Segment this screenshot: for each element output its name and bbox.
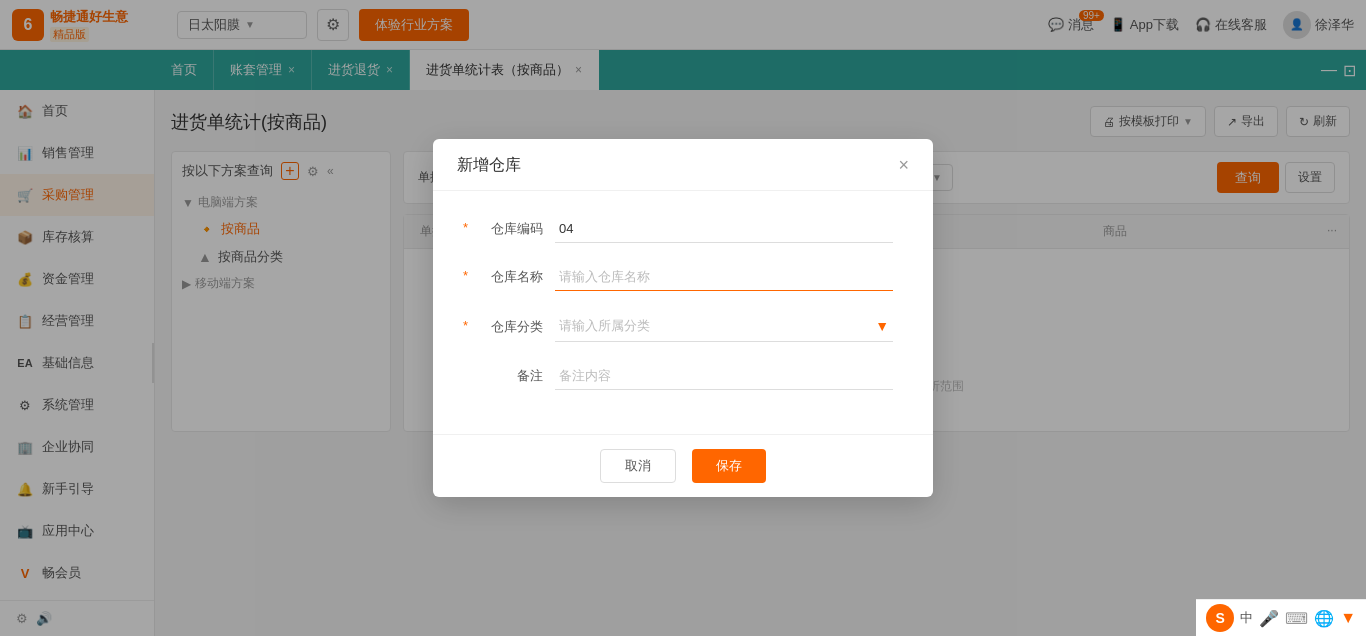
warehouse-note-input[interactable] bbox=[555, 362, 893, 390]
modal-footer: 取消 保存 bbox=[433, 434, 933, 497]
keyboard-icon: ⌨ bbox=[1285, 609, 1308, 628]
s-logo: S bbox=[1206, 604, 1234, 632]
save-button[interactable]: 保存 bbox=[692, 449, 766, 483]
translate-icon: 🌐 bbox=[1314, 609, 1334, 628]
bottom-watermark: S 中 🎤 ⌨ 🌐 ▼ bbox=[1196, 599, 1366, 636]
settings-bar-icon: ▼ bbox=[1340, 609, 1356, 627]
warehouse-name-input[interactable] bbox=[555, 263, 893, 291]
new-warehouse-modal: 新增仓库 × 仓库编码 仓库名称 仓库分类 请输入所属分类 ▼ bbox=[433, 139, 933, 497]
form-label-note: 备注 bbox=[473, 367, 543, 385]
form-label-name: 仓库名称 bbox=[473, 268, 543, 286]
modal-overlay[interactable]: 新增仓库 × 仓库编码 仓库名称 仓库分类 请输入所属分类 ▼ bbox=[0, 0, 1366, 636]
category-dropdown-arrow: ▼ bbox=[875, 318, 889, 334]
modal-body: 仓库编码 仓库名称 仓库分类 请输入所属分类 ▼ 备注 bbox=[433, 191, 933, 434]
form-label-category: 仓库分类 bbox=[473, 318, 543, 336]
warehouse-category-select[interactable]: 请输入所属分类 ▼ bbox=[555, 311, 893, 342]
form-row-note: 备注 bbox=[473, 362, 893, 390]
form-row-category: 仓库分类 请输入所属分类 ▼ bbox=[473, 311, 893, 342]
mic-icon: 🎤 bbox=[1259, 609, 1279, 628]
modal-header: 新增仓库 × bbox=[433, 139, 933, 191]
modal-close-button[interactable]: × bbox=[898, 155, 909, 176]
form-label-code: 仓库编码 bbox=[473, 220, 543, 238]
form-row-name: 仓库名称 bbox=[473, 263, 893, 291]
warehouse-code-input[interactable] bbox=[555, 215, 893, 243]
modal-title: 新增仓库 bbox=[457, 155, 521, 176]
form-row-code: 仓库编码 bbox=[473, 215, 893, 243]
watermark-text: 中 bbox=[1240, 609, 1253, 627]
cancel-button[interactable]: 取消 bbox=[600, 449, 676, 483]
category-placeholder: 请输入所属分类 bbox=[559, 317, 650, 335]
